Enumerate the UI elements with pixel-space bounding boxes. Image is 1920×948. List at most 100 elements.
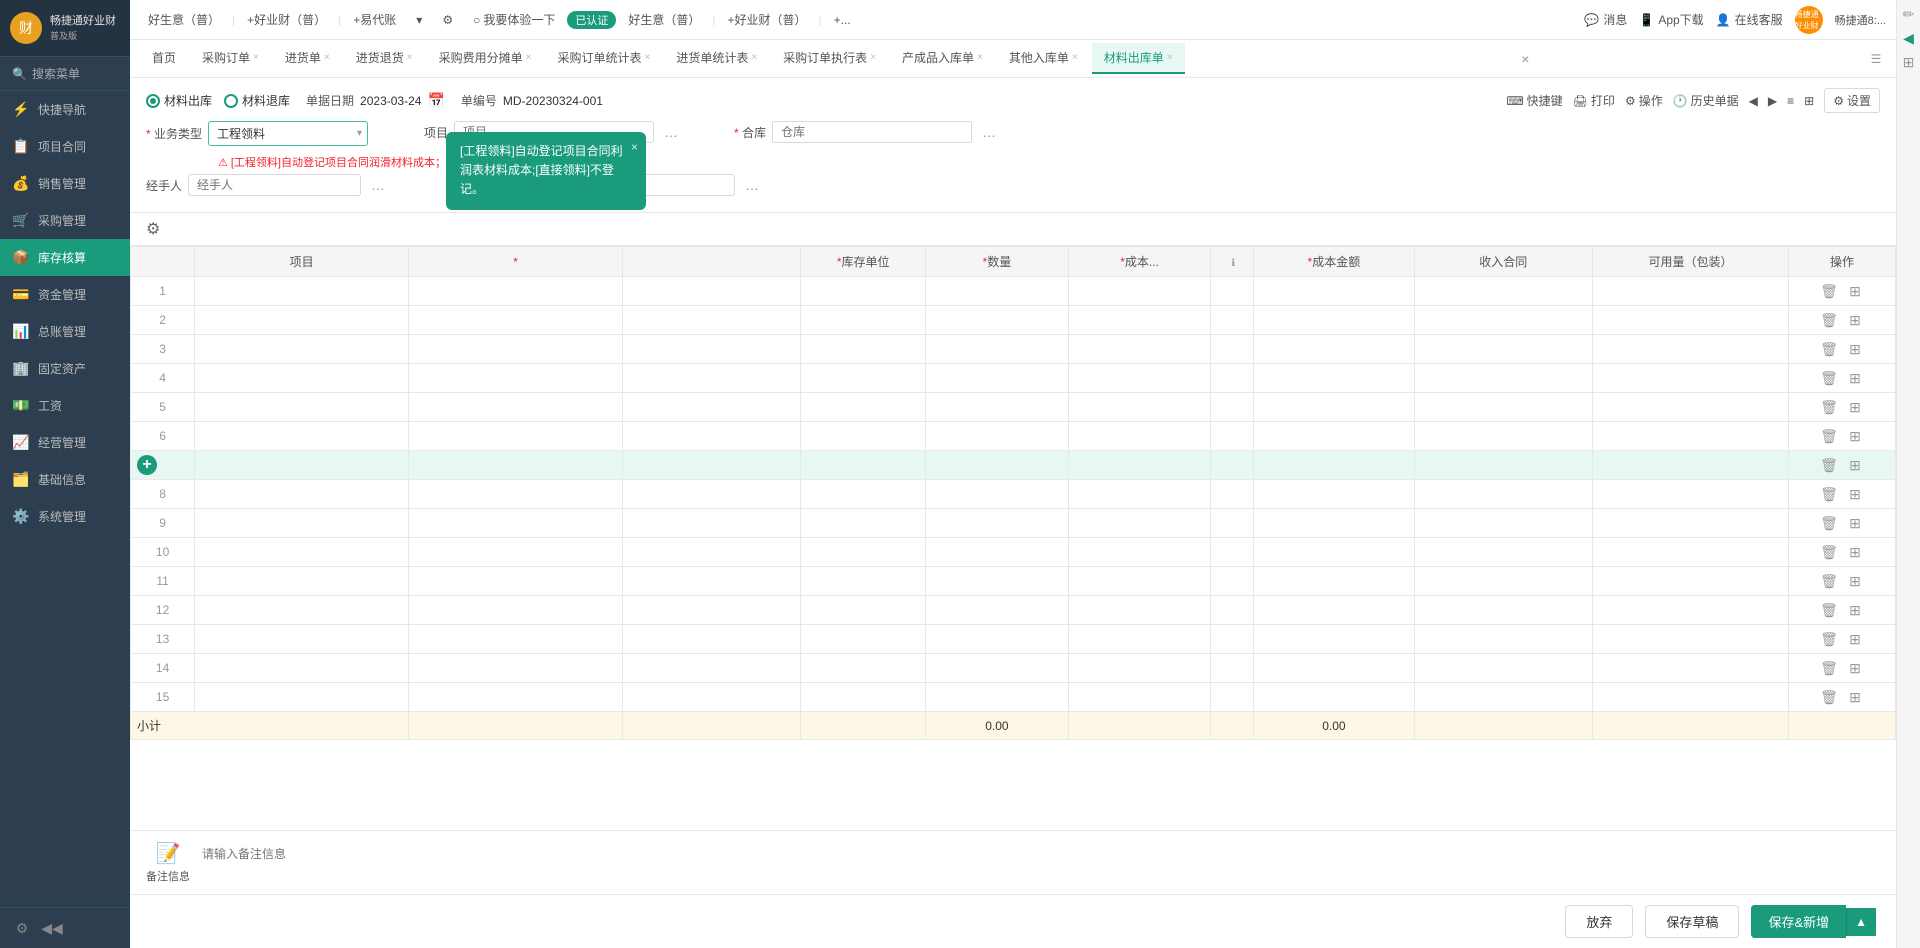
save-new-arrow-btn[interactable]: ▲ <box>1846 908 1876 936</box>
tab-purchase-exec[interactable]: 采购订单执行表 × <box>771 43 888 74</box>
amount-cell[interactable] <box>1254 277 1414 306</box>
save-draft-button[interactable]: 保存草稿 <box>1645 905 1739 938</box>
nav-yidaili[interactable]: +易代账 <box>345 8 404 31</box>
settings-icon[interactable]: ⚙ <box>12 918 32 938</box>
grid-view-btn[interactable]: ⊞ <box>1804 94 1814 108</box>
project-more-icon[interactable]: … <box>664 124 678 140</box>
tab-home[interactable]: 首页 <box>140 43 188 74</box>
info-icon[interactable]: ℹ <box>1231 258 1235 269</box>
history-btn[interactable]: 🕐 历史单据 <box>1673 92 1739 109</box>
calendar-icon[interactable]: 📅 <box>427 92 444 109</box>
copy-row-btn[interactable]: ⊞ <box>1845 281 1865 301</box>
delete-row-btn[interactable]: 🗑 <box>1819 687 1839 707</box>
tab-close-icon[interactable]: × <box>977 52 983 63</box>
copy-row-btn[interactable]: ⊞ <box>1845 310 1865 330</box>
copy-row-btn[interactable]: ⊞ <box>1845 600 1865 620</box>
sidebar-item-sales[interactable]: 💰 销售管理 <box>0 165 130 202</box>
list-view-btn[interactable]: ≡ <box>1787 94 1794 108</box>
tab-goods-return[interactable]: 进货退货 × <box>344 43 425 74</box>
right-panel-highlight-btn[interactable]: ◀ <box>1899 28 1919 48</box>
close-all-tabs-btn[interactable]: × <box>1515 49 1535 69</box>
copy-row-btn[interactable]: ⊞ <box>1845 426 1865 446</box>
unit-cell[interactable] <box>801 277 926 306</box>
delete-row-btn[interactable]: 🗑 <box>1819 658 1839 678</box>
sidebar-item-finance[interactable]: 💳 资金管理 <box>0 276 130 313</box>
nav-haoyecai-2[interactable]: +好业财（普） <box>720 8 815 31</box>
radio-material-out[interactable]: 材料出库 <box>146 92 212 109</box>
warehouse-more-icon[interactable]: … <box>982 124 996 140</box>
app-download-btn[interactable]: 📱 App下载 <box>1639 11 1703 28</box>
tooltip-close-btn[interactable]: × <box>631 138 638 157</box>
delete-row-btn[interactable]: 🗑 <box>1819 542 1839 562</box>
tab-goods-in[interactable]: 进货单 × <box>273 43 342 74</box>
tab-close-icon[interactable]: × <box>1167 52 1173 63</box>
copy-row-btn[interactable]: ⊞ <box>1845 571 1865 591</box>
copy-row-btn[interactable]: ⊞ <box>1845 455 1865 475</box>
add-row-btn[interactable]: + <box>137 455 157 475</box>
delete-row-btn[interactable]: 🗑 <box>1819 339 1839 359</box>
tab-close-icon[interactable]: × <box>751 52 757 63</box>
delete-row-btn[interactable]: 🗑 <box>1819 513 1839 533</box>
income-contract-more-icon[interactable]: … <box>745 177 759 193</box>
print-btn[interactable]: 🖨 打印 <box>1573 92 1615 109</box>
delete-row-btn[interactable]: 🗑 <box>1819 368 1839 388</box>
table-settings-icon[interactable]: ⚙ <box>146 219 160 239</box>
copy-row-btn[interactable]: ⊞ <box>1845 658 1865 678</box>
delete-row-btn[interactable]: 🗑 <box>1819 455 1839 475</box>
nav-next-btn[interactable]: ▶ <box>1768 94 1777 108</box>
available-cell[interactable] <box>1592 277 1788 306</box>
tab-close-icon[interactable]: × <box>407 52 413 63</box>
radio-material-return[interactable]: 材料退库 <box>224 92 290 109</box>
delete-row-btn[interactable]: 🗑 <box>1819 629 1839 649</box>
delete-row-btn[interactable]: 🗑 <box>1819 484 1839 504</box>
tab-purchase-expense[interactable]: 采购费用分摊单 × <box>427 43 544 74</box>
nav-haoshengyi-2[interactable]: 好生意（普） <box>620 8 708 31</box>
copy-row-btn[interactable]: ⊞ <box>1845 687 1865 707</box>
sidebar-item-purchase[interactable]: 🛒 采购管理 <box>0 202 130 239</box>
tab-list-btn[interactable]: ☰ <box>1866 49 1886 69</box>
nav-experience[interactable]: ○ 我要体验一下 <box>465 8 563 31</box>
copy-row-btn[interactable]: ⊞ <box>1845 397 1865 417</box>
nav-settings[interactable]: ⚙ <box>434 10 461 30</box>
sidebar-item-project-contract[interactable]: 📋 项目合同 <box>0 128 130 165</box>
tab-close-icon[interactable]: × <box>644 52 650 63</box>
delete-row-btn[interactable]: 🗑 <box>1819 426 1839 446</box>
tab-purchase-order[interactable]: 采购订单 × <box>190 43 271 74</box>
tab-goods-in-stats[interactable]: 进货单统计表 × <box>664 43 769 74</box>
quick-key-btn[interactable]: ⌨ 快捷键 <box>1506 92 1562 109</box>
handler-input[interactable] <box>188 174 361 196</box>
delete-row-btn[interactable]: 🗑 <box>1819 310 1839 330</box>
discard-button[interactable]: 放弃 <box>1565 905 1633 938</box>
tab-close-icon[interactable]: × <box>870 52 876 63</box>
sidebar-search[interactable]: 🔍 搜索菜单 <box>0 57 130 91</box>
tab-finished-goods[interactable]: 产成品入库单 × <box>890 43 995 74</box>
sidebar-item-payroll[interactable]: 💵 工资 <box>0 387 130 424</box>
user-avatar[interactable]: 畅捷通好业财 <box>1795 6 1823 34</box>
date-value[interactable]: 2023-03-24 <box>360 94 421 108</box>
delete-row-btn[interactable]: 🗑 <box>1819 600 1839 620</box>
cost-cell[interactable] <box>1068 277 1211 306</box>
nav-dropdown[interactable]: ▾ <box>408 10 430 30</box>
sidebar-item-basic-info[interactable]: 🗂️ 基础信息 <box>0 461 130 498</box>
save-new-main-btn[interactable]: 保存&新增 <box>1751 905 1846 938</box>
delete-row-btn[interactable]: 🗑 <box>1819 281 1839 301</box>
copy-row-btn[interactable]: ⊞ <box>1845 339 1865 359</box>
copy-row-btn[interactable]: ⊞ <box>1845 542 1865 562</box>
delete-row-btn[interactable]: 🗑 <box>1819 397 1839 417</box>
sidebar-item-inventory[interactable]: 📦 库存核算 <box>0 239 130 276</box>
sidebar-item-system[interactable]: ⚙️ 系统管理 <box>0 498 130 535</box>
handler-more-icon[interactable]: … <box>371 177 385 193</box>
tab-purchase-stats[interactable]: 采购订单统计表 × <box>545 43 662 74</box>
right-panel-edit-btn[interactable]: ✏ <box>1899 4 1919 24</box>
notes-input[interactable] <box>202 841 1880 877</box>
nav-haoshengyi-1[interactable]: 好生意（普） <box>140 8 228 31</box>
tab-close-icon[interactable]: × <box>1072 52 1078 63</box>
copy-row-btn[interactable]: ⊞ <box>1845 368 1865 388</box>
business-type-select[interactable]: 工程领料 <box>208 121 368 146</box>
spec-cell[interactable] <box>623 277 801 306</box>
doc-number-value[interactable]: MD-20230324-001 <box>503 94 603 108</box>
copy-row-btn[interactable]: ⊞ <box>1845 484 1865 504</box>
right-panel-expand-btn[interactable]: ⊞ <box>1899 52 1919 72</box>
copy-row-btn[interactable]: ⊞ <box>1845 513 1865 533</box>
project-cell[interactable] <box>195 277 409 306</box>
